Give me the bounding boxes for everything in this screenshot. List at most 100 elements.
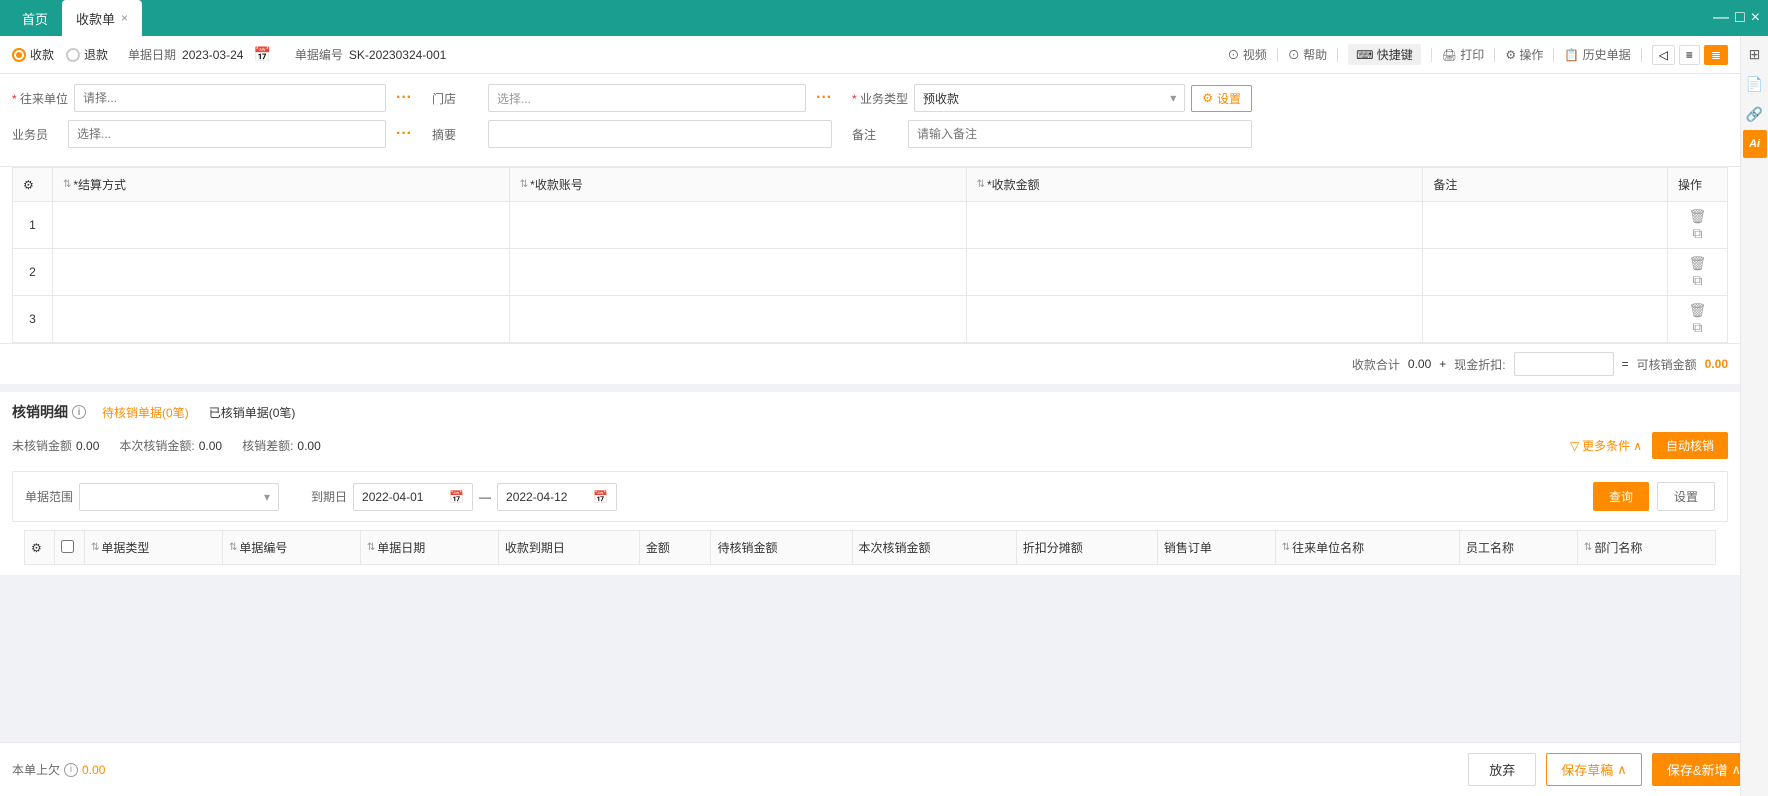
current-label: 本次核销金额: <box>119 437 194 454</box>
range-field: 单据范围 ▾ <box>25 483 279 511</box>
diff-stat: 核销差额: 0.00 <box>242 437 321 454</box>
row-1-delete-icon[interactable]: 🗑 <box>1689 208 1707 224</box>
tab-home-label: 首页 <box>22 9 48 28</box>
business-type-select[interactable]: 预收款 ▾ <box>914 84 1185 112</box>
save-draft-btn[interactable]: 保存草稿 ∧ <box>1546 753 1642 786</box>
footer-info-icon[interactable]: i <box>64 763 78 777</box>
summary-input[interactable] <box>488 120 832 148</box>
tab-receipt[interactable]: 收款单 × <box>62 0 142 36</box>
table-gear-col[interactable]: ⚙ <box>13 168 53 202</box>
date-end-picker[interactable]: 2022-04-12 📅 <box>497 483 617 511</box>
gear-icon: ⚙ <box>1202 91 1213 105</box>
row-3-account[interactable] <box>509 296 966 343</box>
row-1-account[interactable] <box>509 202 966 249</box>
row-1-note[interactable] <box>1423 202 1668 249</box>
grid-view-btn[interactable]: ≡ <box>1679 45 1700 65</box>
counterpart-input[interactable] <box>74 84 386 112</box>
sidebar-link-icon[interactable]: 🔗 <box>1743 100 1767 128</box>
win-minimize-icon[interactable]: — <box>1713 9 1729 27</box>
row-2-amount[interactable] <box>966 249 1423 296</box>
notes-input[interactable] <box>908 120 1252 148</box>
number-value: SK-20230324-001 <box>349 48 446 62</box>
row-2-note[interactable] <box>1423 249 1668 296</box>
radio-receive-label: 收款 <box>30 46 54 63</box>
verify-info-icon[interactable]: i <box>72 405 86 419</box>
bt-th-counterpart: ⇅ 往来单位名称 <box>1275 531 1459 565</box>
win-maximize-icon[interactable]: □ <box>1735 9 1745 27</box>
query-btn[interactable]: 查询 <box>1593 482 1649 511</box>
staff-input[interactable] <box>68 120 386 148</box>
net-value: 0.00 <box>1705 357 1728 371</box>
date-field-group: 单据日期 2023-03-24 📅 <box>128 44 275 65</box>
sidebar-table-icon[interactable]: ⊞ <box>1743 40 1767 68</box>
auto-verify-btn[interactable]: 自动核销 <box>1652 432 1728 459</box>
list-view-btn[interactable]: ◁ <box>1652 45 1675 65</box>
pending-count: 0笔 <box>166 406 185 420</box>
row-2-delete-icon[interactable]: 🗑 <box>1689 255 1707 271</box>
chevron-up-icon: ∧ <box>1633 439 1642 453</box>
sidebar-doc-icon[interactable]: 📄 <box>1743 70 1767 98</box>
section-separator <box>0 384 1740 392</box>
save-new-label: 保存&新增 <box>1667 760 1728 779</box>
type-settings-btn[interactable]: ⚙ 设置 <box>1191 85 1252 112</box>
current-value: 0.00 <box>199 439 222 453</box>
print-link[interactable]: 🖨 打印 <box>1442 46 1485 63</box>
bottom-settings-btn[interactable]: 设置 <box>1657 482 1715 511</box>
row-3-delete-icon[interactable]: 🗑 <box>1689 302 1707 318</box>
radio-refund-label: 退款 <box>84 46 108 63</box>
row-2-settlement[interactable] <box>53 249 510 296</box>
history-link[interactable]: 📋 历史单据 <box>1564 46 1630 63</box>
radio-refund[interactable]: 退款 <box>66 46 108 63</box>
th-amount: ⇅ *收款金额 <box>966 168 1423 202</box>
date-start-value: 2022-04-01 <box>362 490 423 504</box>
tab-bar: 首页 收款单 × — □ × <box>0 0 1768 36</box>
date-end-value: 2022-04-12 <box>506 490 567 504</box>
row-1-settlement[interactable] <box>53 202 510 249</box>
row-3-note[interactable] <box>1423 296 1668 343</box>
total-value: 0.00 <box>1408 357 1431 371</box>
more-conditions-btn[interactable]: ▽ 更多条件 ∧ <box>1570 437 1642 454</box>
summary-bar: 收款合计 0.00 + 现金折扣: = 可核销金额 0.00 <box>0 343 1740 384</box>
counterpart-more-btn[interactable]: ··· <box>396 89 412 107</box>
bt-gear-col[interactable]: ⚙ <box>25 531 55 565</box>
store-more-btn[interactable]: ··· <box>816 89 832 107</box>
date-start-picker[interactable]: 2022-04-01 📅 <box>353 483 473 511</box>
row-3-amount[interactable] <box>966 296 1423 343</box>
row-2-account[interactable] <box>509 249 966 296</box>
done-tab[interactable]: 已核销单据(0笔) <box>209 404 296 421</box>
save-draft-label: 保存草稿 <box>1561 760 1613 779</box>
tab-home[interactable]: 首页 <box>8 0 62 36</box>
select-all-checkbox[interactable] <box>61 540 74 553</box>
ops-link[interactable]: ⚙ 操作 <box>1505 46 1543 63</box>
staff-more-btn[interactable]: ··· <box>396 125 412 143</box>
shortcut-link[interactable]: ⌨ 快捷键 <box>1348 44 1421 65</box>
win-close-icon[interactable]: × <box>1751 9 1760 27</box>
total-label: 收款合计 <box>1352 356 1400 373</box>
range-select[interactable]: ▾ <box>79 483 279 511</box>
help-link[interactable]: ⊙ 帮助 <box>1288 46 1327 63</box>
bt-th-dept: ⇅ 部门名称 <box>1577 531 1715 565</box>
date-picker-icon[interactable]: 📅 <box>249 44 274 65</box>
action-bar: 收款 退款 单据日期 2023-03-24 📅 单据编号 SK-20230324… <box>0 36 1740 74</box>
bt-check-col[interactable] <box>55 531 85 565</box>
table-row: 2 🗑 ⧉ <box>13 249 1728 296</box>
divider5 <box>1553 48 1554 62</box>
radio-receive[interactable]: 收款 <box>12 46 54 63</box>
abandon-btn[interactable]: 放弃 <box>1468 753 1536 786</box>
business-type-value: 预收款 <box>923 90 1170 107</box>
row-1-copy-icon[interactable]: ⧉ <box>1693 225 1703 241</box>
done-count: 0笔 <box>273 406 292 420</box>
discount-input[interactable] <box>1514 352 1614 376</box>
divider1 <box>1277 48 1278 62</box>
pending-tab[interactable]: 待核销单据(0笔) <box>102 404 189 421</box>
video-link[interactable]: ⊙ 视频 <box>1227 46 1266 63</box>
store-select[interactable]: 选择... <box>488 84 806 112</box>
summary-field: 摘要 <box>432 120 832 148</box>
row-3-settlement[interactable] <box>53 296 510 343</box>
row-2-copy-icon[interactable]: ⧉ <box>1693 272 1703 288</box>
detail-view-btn[interactable]: ≣ <box>1704 45 1728 65</box>
tab-receipt-close[interactable]: × <box>121 11 128 25</box>
row-1-amount[interactable] <box>966 202 1423 249</box>
sidebar-ai-icon[interactable]: Ai <box>1743 130 1767 158</box>
row-3-copy-icon[interactable]: ⧉ <box>1693 319 1703 335</box>
